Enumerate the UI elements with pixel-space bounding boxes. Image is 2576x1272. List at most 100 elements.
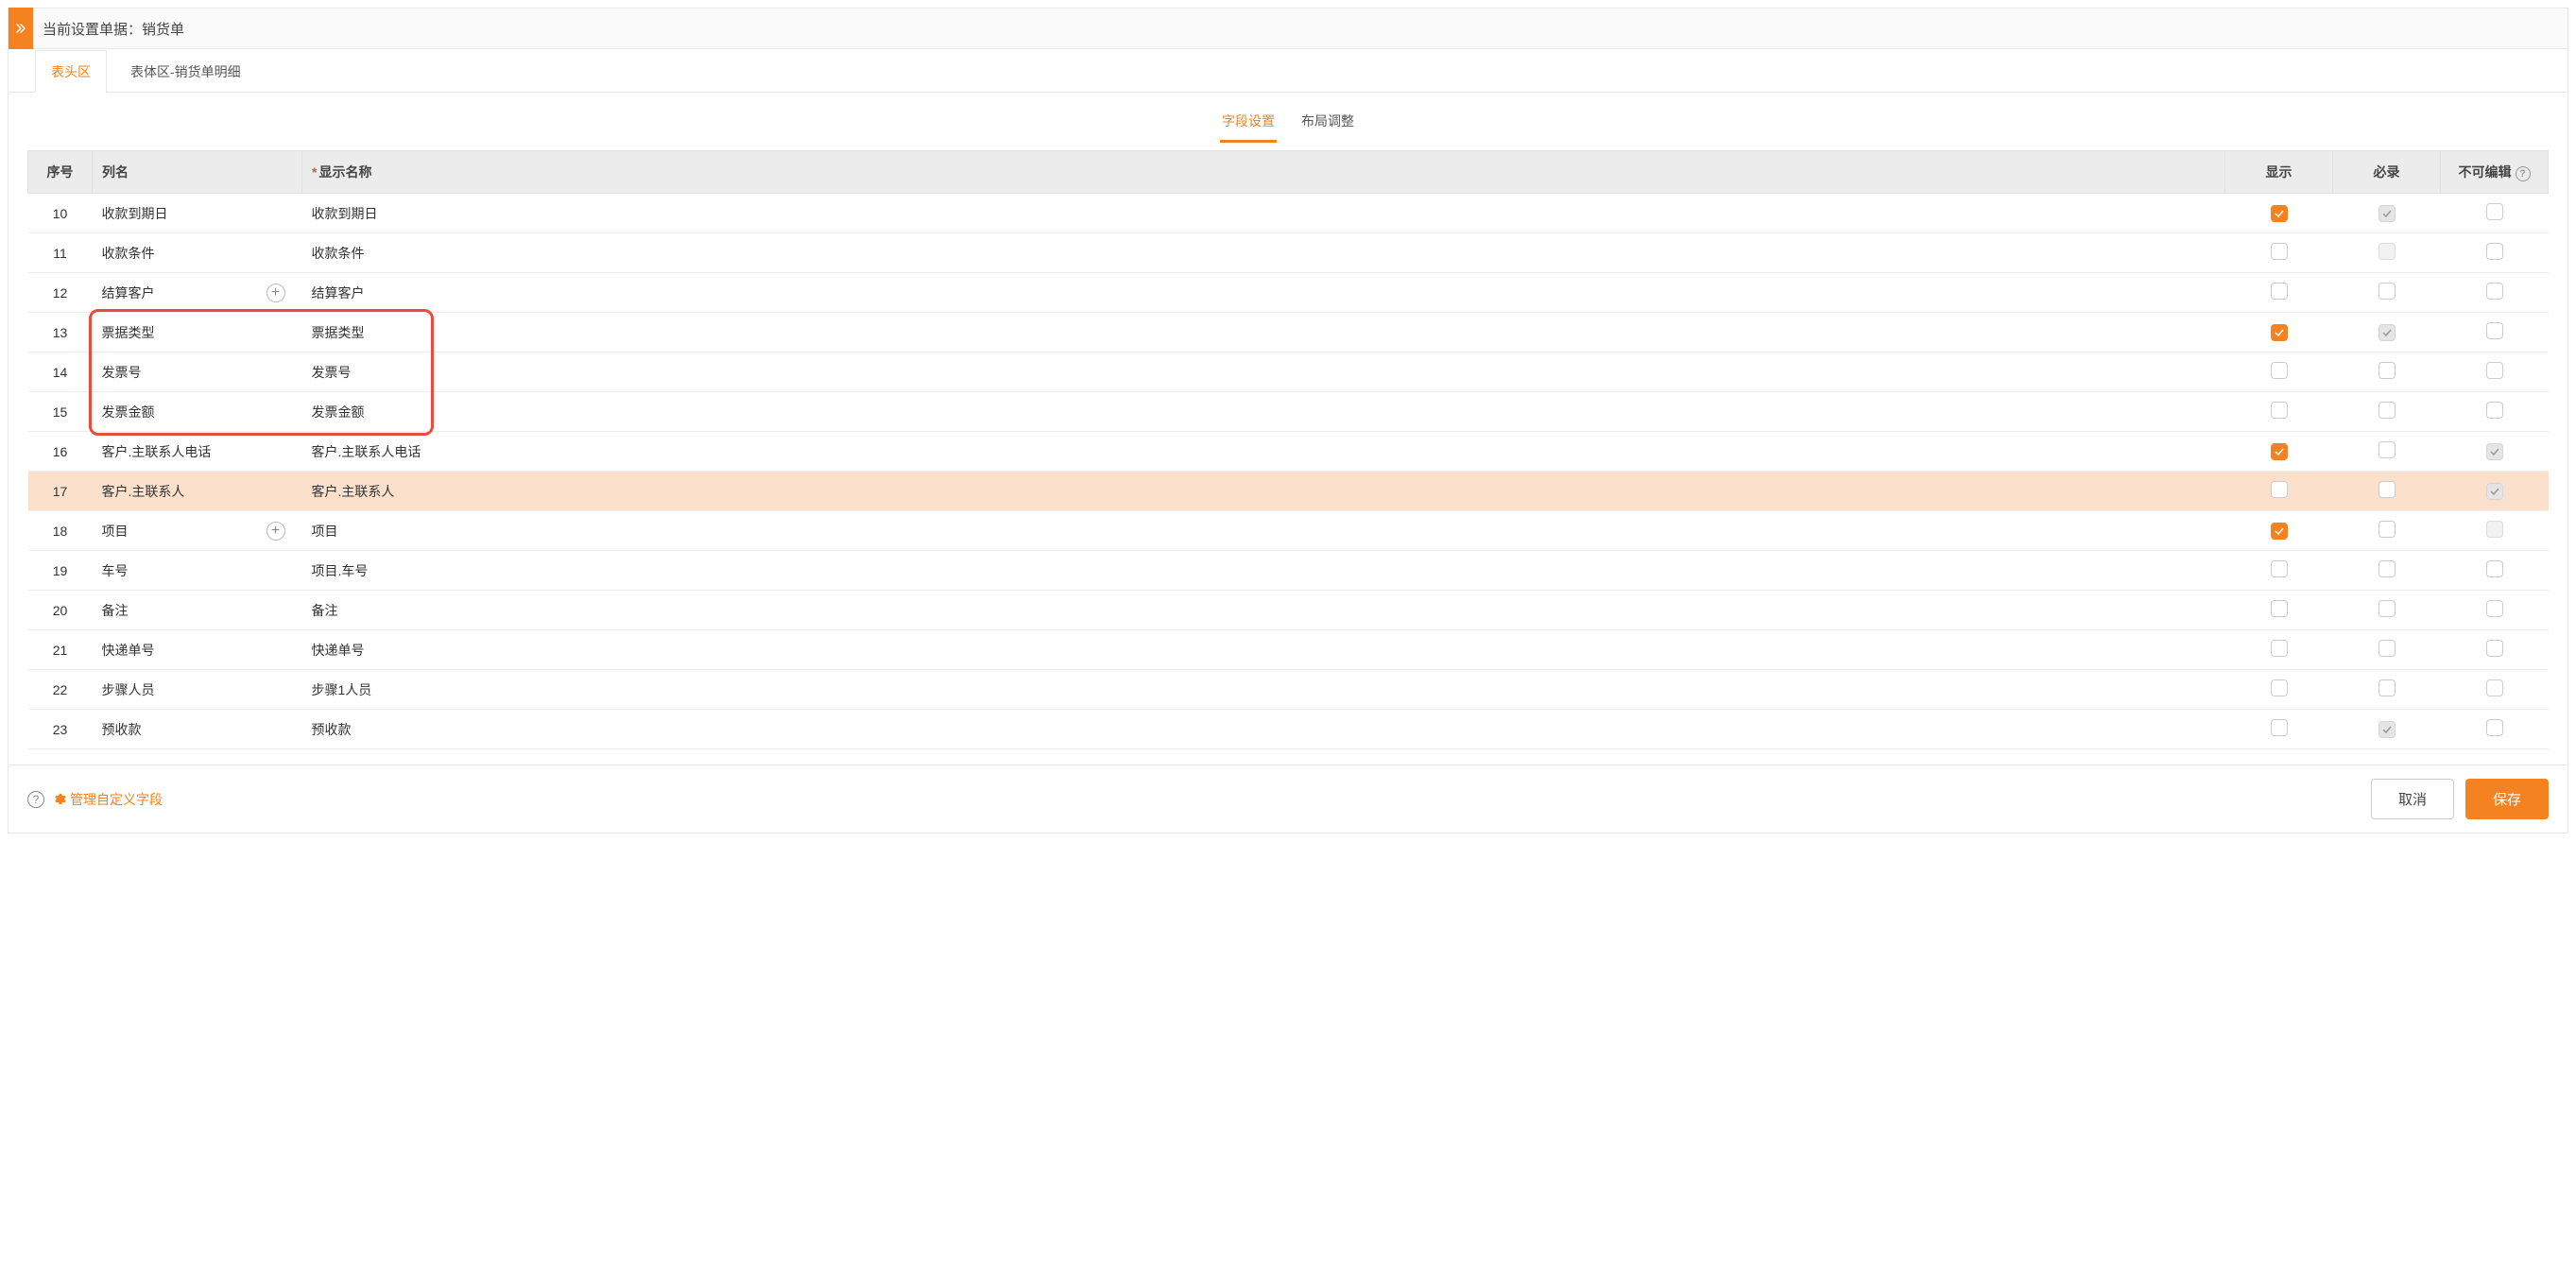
manage-custom-fields-link[interactable]: 管理自定义字段 — [52, 790, 163, 809]
checkbox-show[interactable] — [2271, 523, 2288, 540]
cell-colname: 步骤人员 — [93, 670, 302, 710]
checkbox-show[interactable] — [2271, 443, 2288, 460]
cell-displayname[interactable]: 收款到期日 — [302, 194, 2225, 233]
cell-show — [2225, 194, 2333, 233]
save-button[interactable]: 保存 — [2465, 779, 2549, 819]
cell-show — [2225, 710, 2333, 749]
checkbox-required[interactable] — [2379, 640, 2396, 657]
checkbox-show[interactable] — [2271, 283, 2288, 300]
checkbox-required[interactable] — [2379, 441, 2396, 458]
checkbox-show[interactable] — [2271, 481, 2288, 498]
cell-show — [2225, 670, 2333, 710]
checkbox-required[interactable] — [2379, 481, 2396, 498]
cell-displayname[interactable]: 项目.车号 — [302, 551, 2225, 591]
checkbox-noedit[interactable] — [2486, 402, 2503, 419]
title-prefix: 当前设置单据： — [43, 22, 142, 38]
cell-noedit — [2441, 551, 2549, 591]
checkbox-show[interactable] — [2271, 600, 2288, 617]
checkbox-required[interactable] — [2379, 283, 2396, 300]
checkbox-noedit[interactable] — [2486, 600, 2503, 617]
cell-noedit — [2441, 194, 2549, 233]
checkbox-noedit[interactable] — [2486, 640, 2503, 657]
cell-required — [2333, 511, 2441, 551]
checkbox-noedit[interactable] — [2486, 560, 2503, 577]
checkbox-noedit[interactable] — [2486, 679, 2503, 696]
th-show: 显示 — [2225, 151, 2333, 194]
cell-displayname[interactable]: 快递单号 — [302, 630, 2225, 670]
expand-panel-button[interactable] — [9, 8, 33, 49]
cell-displayname[interactable]: 项目 — [302, 511, 2225, 551]
cell-noedit — [2441, 670, 2549, 710]
cell-displayname[interactable]: 发票号 — [302, 352, 2225, 392]
checkbox-show[interactable] — [2271, 243, 2288, 260]
checkbox-show[interactable] — [2271, 640, 2288, 657]
cell-colname: 快递单号 — [93, 630, 302, 670]
cell-show — [2225, 392, 2333, 432]
checkbox-noedit[interactable] — [2486, 243, 2503, 260]
cell-displayname[interactable]: 备注 — [302, 591, 2225, 630]
checkbox-show[interactable] — [2271, 679, 2288, 696]
cell-displayname[interactable]: 收款条件 — [302, 233, 2225, 273]
cell-displayname[interactable]: 票据类型 — [302, 313, 2225, 352]
checkbox-required[interactable] — [2379, 521, 2396, 538]
checkbox-noedit[interactable] — [2486, 322, 2503, 339]
checkbox-required[interactable] — [2379, 402, 2396, 419]
checkbox-show[interactable] — [2271, 362, 2288, 379]
cell-colname: 客户.主联系人电话 — [93, 432, 302, 472]
cell-required — [2333, 352, 2441, 392]
cell-show — [2225, 511, 2333, 551]
subtabs: 字段设置布局调整 — [9, 93, 2567, 143]
checkbox-noedit[interactable] — [2486, 362, 2503, 379]
cell-colname: 结算客户+ — [93, 273, 302, 313]
subtab-0[interactable]: 字段设置 — [1220, 106, 1277, 143]
checkbox-required[interactable] — [2379, 362, 2396, 379]
cell-show — [2225, 551, 2333, 591]
checkbox-required — [2379, 243, 2396, 260]
help-icon[interactable]: ? — [27, 791, 44, 808]
checkbox-required[interactable] — [2379, 560, 2396, 577]
table-row: 19车号项目.车号 — [28, 551, 2549, 591]
table-row: 23预收款预收款 — [28, 710, 2549, 749]
cell-seq: 11 — [28, 233, 93, 273]
tab-0[interactable]: 表头区 — [35, 50, 107, 93]
checkbox-noedit — [2486, 443, 2503, 460]
cell-displayname[interactable]: 客户.主联系人 — [302, 472, 2225, 511]
checkbox-noedit[interactable] — [2486, 203, 2503, 220]
help-icon[interactable]: ? — [2516, 166, 2531, 181]
cell-displayname[interactable]: 步骤1人员 — [302, 670, 2225, 710]
cell-required — [2333, 551, 2441, 591]
cell-displayname[interactable]: 预收款 — [302, 710, 2225, 749]
cell-seq: 12 — [28, 273, 93, 313]
tabs: 表头区表体区-销货单明细 — [9, 49, 2567, 93]
add-field-button[interactable]: + — [266, 522, 285, 541]
checkbox-show[interactable] — [2271, 402, 2288, 419]
add-field-button[interactable]: + — [266, 284, 285, 302]
cell-noedit — [2441, 511, 2549, 551]
tab-1[interactable]: 表体区-销货单明细 — [114, 50, 257, 93]
table-row: 12结算客户+结算客户 — [28, 273, 2549, 313]
th-displayname: *显示名称 — [302, 151, 2225, 194]
cell-show — [2225, 352, 2333, 392]
checkbox-noedit[interactable] — [2486, 719, 2503, 736]
checkbox-show[interactable] — [2271, 719, 2288, 736]
field-table: 序号 列名 *显示名称 显示 必录 不可编辑? 10收款到期日收款到期日11收款… — [27, 150, 2549, 749]
checkbox-required — [2379, 205, 2396, 222]
subtab-1[interactable]: 布局调整 — [1299, 106, 1356, 143]
cell-displayname[interactable]: 发票金额 — [302, 392, 2225, 432]
checkbox-show[interactable] — [2271, 324, 2288, 341]
cell-displayname[interactable]: 结算客户 — [302, 273, 2225, 313]
th-noedit: 不可编辑? — [2441, 151, 2549, 194]
cell-noedit — [2441, 352, 2549, 392]
cell-seq: 21 — [28, 630, 93, 670]
checkbox-required — [2379, 721, 2396, 738]
cell-displayname[interactable]: 客户.主联系人电话 — [302, 432, 2225, 472]
checkbox-noedit[interactable] — [2486, 283, 2503, 300]
checkbox-show[interactable] — [2271, 205, 2288, 222]
footer: ? 管理自定义字段 取消 保存 — [9, 765, 2567, 833]
checkbox-required[interactable] — [2379, 679, 2396, 696]
cell-required — [2333, 472, 2441, 511]
cell-required — [2333, 194, 2441, 233]
cancel-button[interactable]: 取消 — [2371, 779, 2454, 819]
checkbox-required[interactable] — [2379, 600, 2396, 617]
checkbox-show[interactable] — [2271, 560, 2288, 577]
